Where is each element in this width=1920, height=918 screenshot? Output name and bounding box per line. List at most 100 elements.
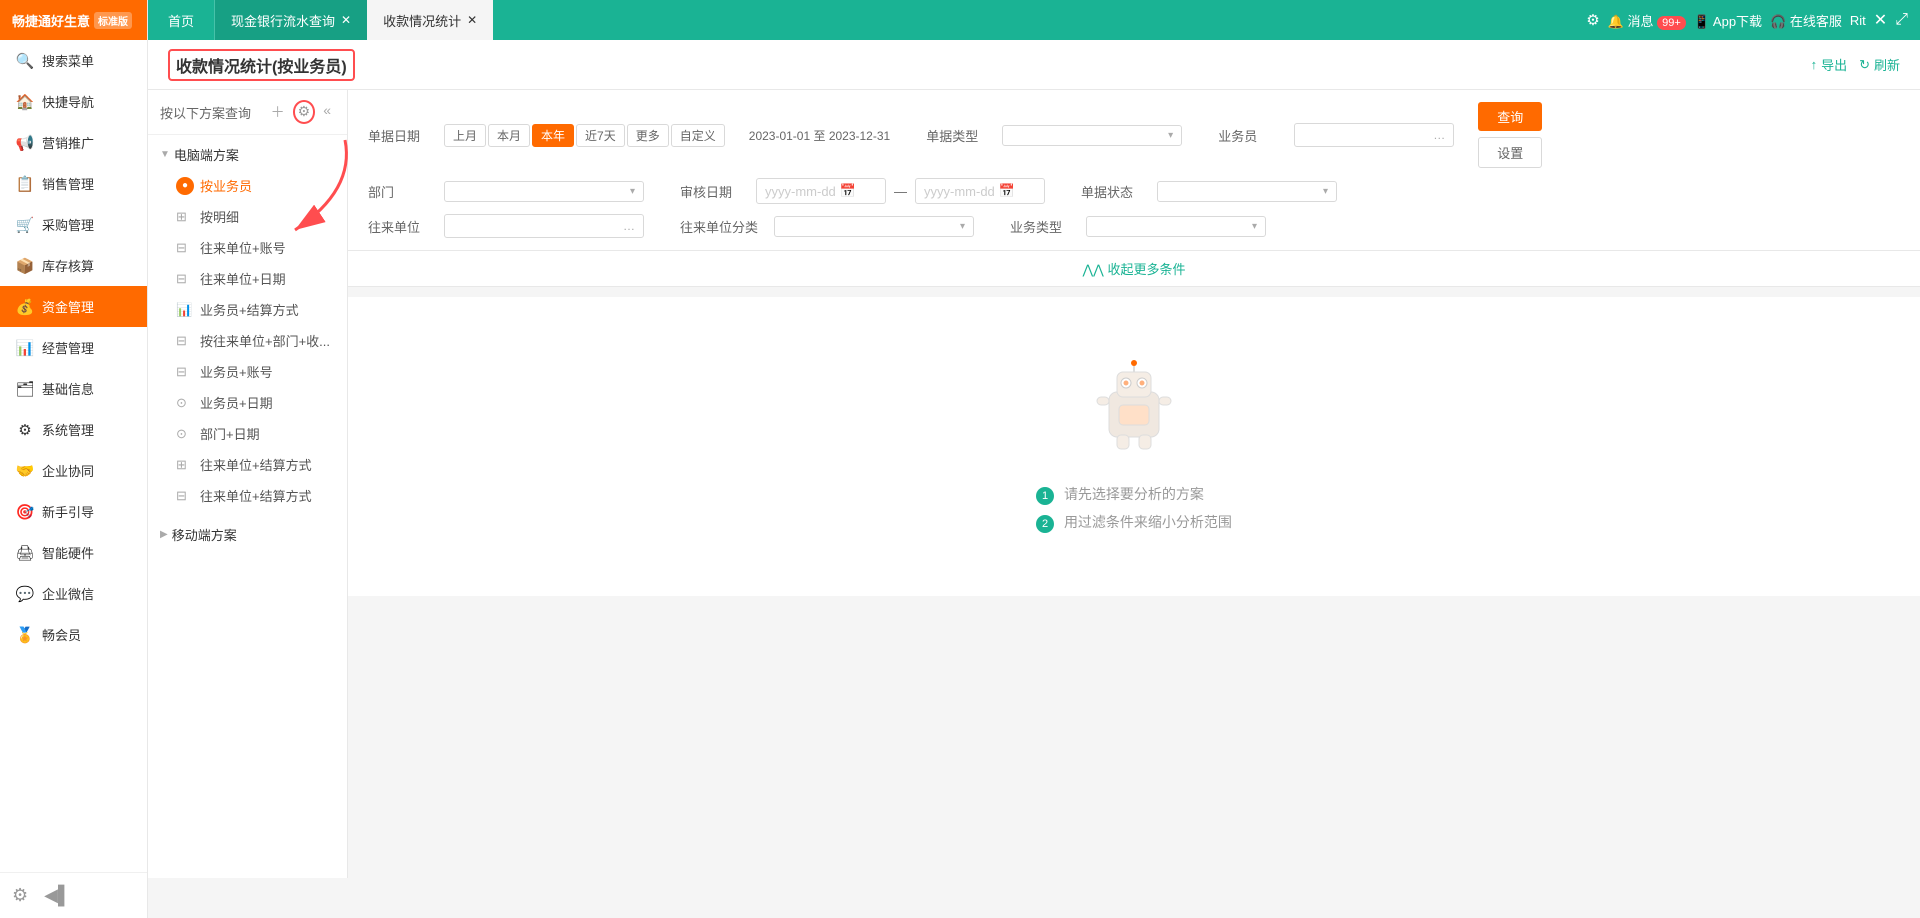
nav-icon: ⚙ bbox=[16, 421, 34, 439]
nav-item-系统管理[interactable]: ⚙系统管理 bbox=[0, 409, 147, 450]
nav-item-基础信息[interactable]: 🗂基础信息 bbox=[0, 368, 147, 409]
query-button[interactable]: 查询 bbox=[1478, 102, 1542, 131]
nav-icon: 💰 bbox=[16, 298, 34, 316]
topbar-app-download[interactable]: 📱 App下载 bbox=[1694, 11, 1762, 30]
tree-item-5[interactable]: ⊟按往来单位+部门+收... bbox=[148, 325, 347, 356]
tree-item-6[interactable]: ⊟业务员+账号 bbox=[148, 356, 347, 387]
tree-item-label: 业务员+结算方式 bbox=[200, 300, 299, 319]
tree-item-9[interactable]: ⊞往来单位+结算方式 bbox=[148, 449, 347, 480]
tree-item-0[interactable]: ● 按业务员 bbox=[148, 170, 347, 201]
nav-list: 🔍搜索菜单🏠快捷导航📢营销推广📋销售管理🛒采购管理📦库存核算💰资金管理📊经营管理… bbox=[0, 40, 147, 655]
export-button[interactable]: ↑ 导出 bbox=[1811, 55, 1848, 74]
window-close-icon[interactable]: ✕ bbox=[1874, 10, 1887, 30]
settings-bottom-icon[interactable]: ⚙ bbox=[8, 881, 32, 910]
tree-item-label: 按业务员 bbox=[200, 176, 252, 195]
nav-item-库存核算[interactable]: 📦库存核算 bbox=[0, 245, 147, 286]
counterparty-more-icon[interactable]: … bbox=[623, 219, 635, 233]
tree-item-8[interactable]: ⊙部门+日期 bbox=[148, 418, 347, 449]
tree-item-3[interactable]: ⊟往来单位+日期 bbox=[148, 263, 347, 294]
type-select[interactable]: ▾ bbox=[1002, 125, 1182, 146]
logo-area: 畅捷通好生意 标准版 bbox=[0, 0, 147, 40]
date-btn-本年[interactable]: 本年 bbox=[532, 124, 574, 147]
nav-icon: 📢 bbox=[16, 134, 34, 152]
nav-item-智能硬件[interactable]: 🖨智能硬件 bbox=[0, 532, 147, 573]
business-type-select[interactable]: ▾ bbox=[1086, 216, 1266, 237]
nav-item-畅会员[interactable]: 🏅畅会员 bbox=[0, 614, 147, 655]
gear-scheme-icon[interactable]: ⚙ bbox=[293, 100, 316, 124]
active-tree-icon: ● bbox=[176, 177, 194, 195]
nav-item-经营管理[interactable]: 📊经营管理 bbox=[0, 327, 147, 368]
tree-item-icon: ⊟ bbox=[176, 364, 194, 380]
settings-button[interactable]: 设置 bbox=[1478, 137, 1542, 168]
nav-item-搜索菜单[interactable]: 🔍搜索菜单 bbox=[0, 40, 147, 81]
type-chevron-icon: ▾ bbox=[1168, 130, 1173, 141]
refresh-button[interactable]: ↻ 刷新 bbox=[1859, 55, 1900, 74]
topbar-settings-icon[interactable]: ⚙ bbox=[1586, 11, 1599, 29]
collapse-panel-icon[interactable]: « bbox=[319, 100, 335, 124]
topbar-online-service[interactable]: 🎧 在线客服 bbox=[1770, 11, 1842, 30]
tree-item-label: 按明细 bbox=[200, 207, 239, 226]
tree-item-4[interactable]: 📊业务员+结算方式 bbox=[148, 294, 347, 325]
date-btn-上月[interactable]: 上月 bbox=[444, 124, 486, 147]
collapse-sidebar-icon[interactable]: ◀▌ bbox=[40, 881, 75, 910]
nav-item-企业微信[interactable]: 💬企业微信 bbox=[0, 573, 147, 614]
tree-item-10[interactable]: ⊟往来单位+结算方式 bbox=[148, 480, 347, 511]
nav-item-销售管理[interactable]: 📋销售管理 bbox=[0, 163, 147, 204]
tab-bank-flow[interactable]: 现金银行流水查询 ✕ bbox=[215, 0, 367, 40]
empty-step-1: 1 请先选择要分析的方案 bbox=[1036, 480, 1232, 508]
nav-label: 搜索菜单 bbox=[42, 51, 94, 70]
page-header: 收款情况统计(按业务员) ↑ 导出 ↻ 刷新 bbox=[148, 40, 1920, 90]
tree-item-7[interactable]: ⊙业务员+日期 bbox=[148, 387, 347, 418]
nav-item-采购管理[interactable]: 🛒采购管理 bbox=[0, 204, 147, 245]
tree-expand-icon: ▼ bbox=[160, 149, 170, 160]
tree-item-2[interactable]: ⊟往来单位+账号 bbox=[148, 232, 347, 263]
salesperson-select[interactable]: … bbox=[1294, 123, 1454, 147]
add-scheme-icon[interactable]: ＋ bbox=[267, 100, 289, 124]
notification-badge: 99+ bbox=[1657, 16, 1686, 30]
step-num-2: 2 bbox=[1036, 515, 1054, 533]
sidebar-bottom: ⚙ ◀▌ bbox=[0, 872, 147, 918]
audit-date-start[interactable]: yyyy-mm-dd 📅 bbox=[756, 178, 886, 204]
counterparty-cat-chevron: ▾ bbox=[960, 221, 965, 232]
filter-row-1: 单据日期 上月本月本年近7天更多自定义 2023-01-01 至 2023-12… bbox=[368, 102, 1900, 168]
date-label: 单据日期 bbox=[368, 126, 428, 145]
date-separator: — bbox=[890, 184, 911, 199]
collapse-bar[interactable]: ⋀⋀ 收起更多条件 bbox=[348, 251, 1920, 287]
nav-item-快捷导航[interactable]: 🏠快捷导航 bbox=[0, 81, 147, 122]
desktop-scheme-label: 电脑端方案 bbox=[174, 145, 239, 164]
tree-expand-icon-mobile: ▶ bbox=[160, 529, 168, 540]
tab-home[interactable]: 首页 bbox=[148, 0, 215, 40]
nav-item-营销推广[interactable]: 📢营销推广 bbox=[0, 122, 147, 163]
counterparty-select[interactable]: … bbox=[444, 214, 644, 238]
salesperson-more-icon[interactable]: … bbox=[1433, 128, 1445, 142]
nav-item-企业协同[interactable]: 🤝企业协同 bbox=[0, 450, 147, 491]
nav-item-新手引导[interactable]: 🎯新手引导 bbox=[0, 491, 147, 532]
counterparty-cat-select[interactable]: ▾ bbox=[774, 216, 974, 237]
doc-status-label: 单据状态 bbox=[1081, 182, 1141, 201]
tab-collection-stats[interactable]: 收款情况统计 ✕ bbox=[367, 0, 493, 40]
topbar-notification[interactable]: 🔔 消息 99+ bbox=[1608, 11, 1686, 30]
tab-close-collection[interactable]: ✕ bbox=[467, 13, 477, 27]
calendar-start-icon[interactable]: 📅 bbox=[840, 183, 856, 199]
empty-steps: 1 请先选择要分析的方案 2 用过滤条件来缩小分析范围 bbox=[1036, 480, 1232, 536]
desktop-scheme-header[interactable]: ▼ 电脑端方案 bbox=[148, 139, 347, 170]
logo-badge: 标准版 bbox=[94, 12, 132, 29]
doc-status-select[interactable]: ▾ bbox=[1157, 181, 1337, 202]
tree-items: ● 按业务员 ⊞按明细⊟往来单位+账号⊟往来单位+日期📊业务员+结算方式⊟按往来单位… bbox=[148, 170, 347, 511]
date-btn-本月[interactable]: 本月 bbox=[488, 124, 530, 147]
date-btn-更多[interactable]: 更多 bbox=[627, 124, 669, 147]
mobile-scheme-header[interactable]: ▶ 移动端方案 bbox=[148, 519, 347, 550]
nav-label: 企业微信 bbox=[42, 584, 94, 603]
window-maximize-icon[interactable]: ⤢ bbox=[1895, 11, 1908, 29]
nav-item-资金管理[interactable]: 💰资金管理 bbox=[0, 286, 147, 327]
doc-status-chevron-icon: ▾ bbox=[1323, 186, 1328, 197]
calendar-end-icon[interactable]: 📅 bbox=[999, 183, 1015, 199]
tree-item-1[interactable]: ⊞按明细 bbox=[148, 201, 347, 232]
date-btn-近7天[interactable]: 近7天 bbox=[576, 124, 625, 147]
left-sidebar: 畅捷通好生意 标准版 🔍搜索菜单🏠快捷导航📢营销推广📋销售管理🛒采购管理📦库存核… bbox=[0, 0, 148, 918]
audit-date-end[interactable]: yyyy-mm-dd 📅 bbox=[915, 178, 1045, 204]
collapse-icon: ⋀⋀ bbox=[1083, 262, 1104, 277]
dept-select[interactable]: ▾ bbox=[444, 181, 644, 202]
date-btn-自定义[interactable]: 自定义 bbox=[671, 124, 725, 147]
tab-close-bank[interactable]: ✕ bbox=[341, 13, 351, 27]
